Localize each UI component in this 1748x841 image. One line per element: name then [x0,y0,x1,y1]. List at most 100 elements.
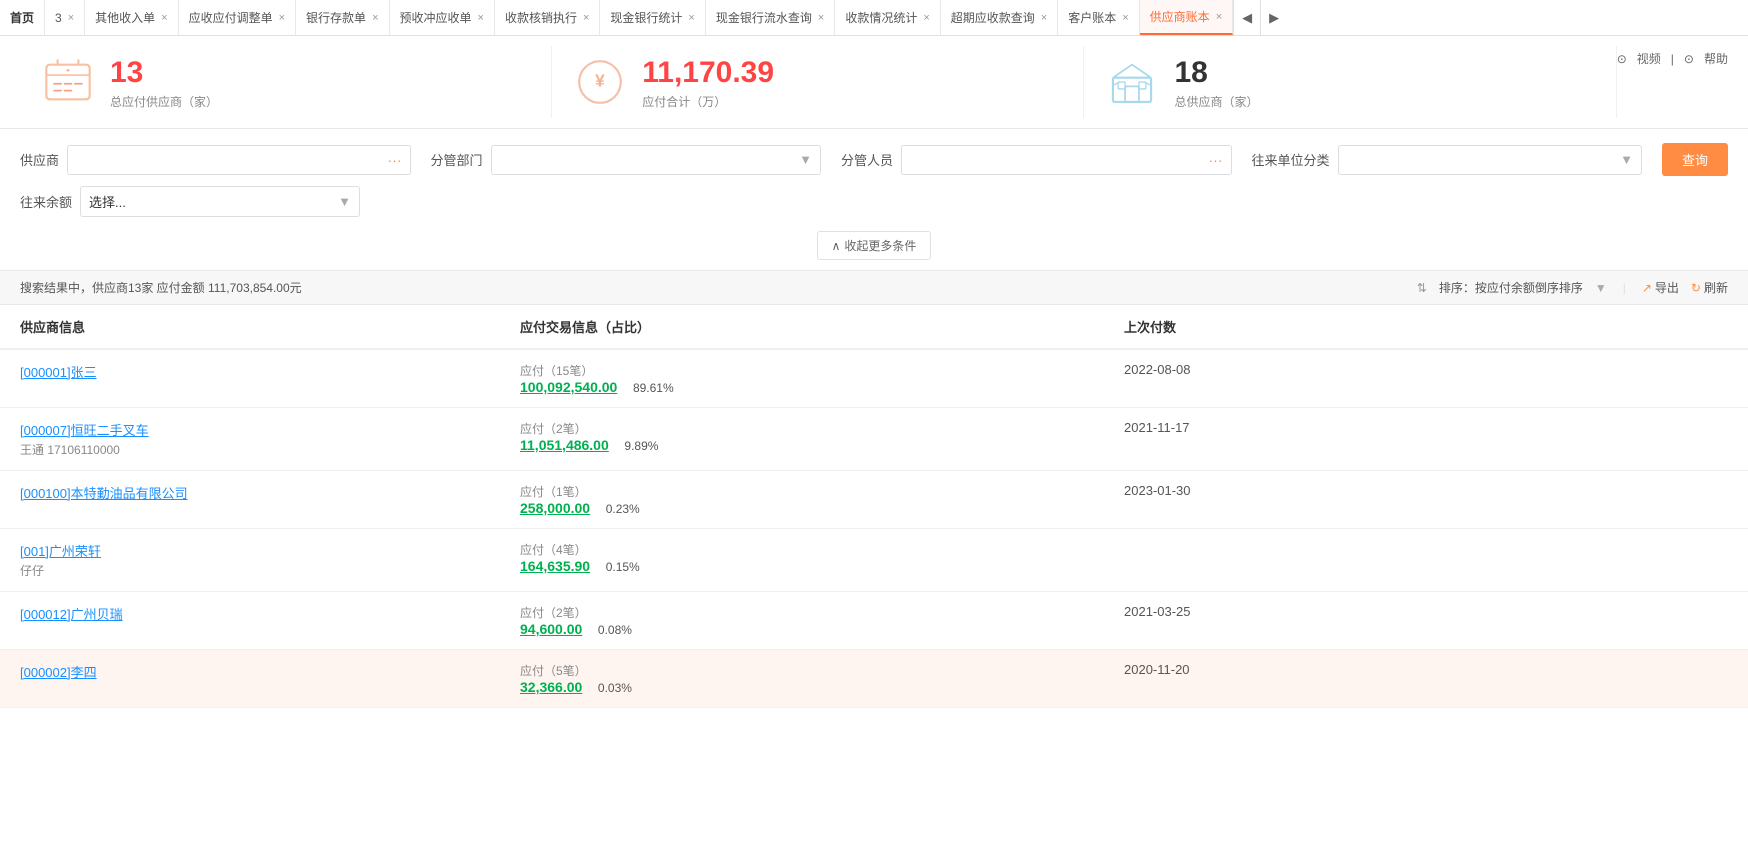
nav-tab-overdue-ar[interactable]: 超期应收款查询 × [941,0,1058,35]
supplier-field: 供应商 ··· [20,145,411,175]
last-pay-cell-4: 2021-03-25 [1124,604,1728,619]
stat-payable-suppliers-number: 13 [110,55,218,91]
table-row: [000002]李四 应付（5笔） 32,366.00 0.03% 2020-1… [0,650,1748,708]
category-label: 往来单位分类 [1252,150,1330,169]
stat-payable-amount-number: 11,170.39 [642,55,774,91]
pay-amount-row-4: 94,600.00 0.08% [520,621,1124,637]
nav-tab-cash-bank-stat-label: 现金银行统计 [610,9,682,26]
payable-amount-icon: ¥ [572,54,628,110]
collapse-button[interactable]: ∧ 收起更多条件 [817,231,932,260]
nav-tab-cash-bank-stat[interactable]: 现金银行统计 × [600,0,705,35]
refresh-button[interactable]: ↻ 刷新 [1691,279,1728,296]
nav-tab-advance-ar[interactable]: 预收冲应收单 × [390,0,495,35]
person-field: 分管人员 ··· [841,145,1232,175]
pay-amount-5[interactable]: 32,366.00 [520,679,582,695]
nav-tab-collection-stat[interactable]: 收款情况统计 × [835,0,940,35]
sort-area: ⇅ 排序：按应付余额倒序排序 ▼ | ↗ 导出 ↻ 刷新 [1417,279,1728,296]
nav-tab-supplier-ledger[interactable]: 供应商账本 × [1140,0,1233,35]
pay-label-4: 应付（2笔） [520,604,1124,621]
pay-amount-2[interactable]: 258,000.00 [520,500,590,516]
sort-label[interactable]: 排序：按应付余额倒序排序 [1439,279,1583,296]
nav-tab-cash-bank-stat-close[interactable]: × [688,12,694,24]
balance-label: 往来余额 [20,192,72,211]
pay-label-1: 应付（2笔） [520,420,1124,437]
supplier-link-1[interactable]: [000007]恒旺二手叉车 [20,420,520,439]
category-arrow-icon: ▼ [1620,152,1633,167]
dept-select[interactable]: ▼ [491,145,821,175]
nav-tab-customer-ledger-close[interactable]: × [1122,12,1128,24]
nav-tab-collection-stat-close[interactable]: × [923,12,929,24]
last-pay-date-5: 2020-11-20 [1124,662,1190,677]
nav-tab-3[interactable]: 3 × [45,0,85,35]
nav-tab-3-label: 3 [55,11,62,25]
table-row: [000007]恒旺二手叉车 王通 17106110000 应付（2笔） 11,… [0,408,1748,471]
supplier-info-cell: [000100]本特勤油品有限公司 [20,483,520,502]
nav-tab-cash-bank-flow[interactable]: 现金银行流水查询 × [706,0,835,35]
supplier-link-0[interactable]: [000001]张三 [20,362,520,381]
nav-tab-ar-ap-adjust-close[interactable]: × [279,12,285,24]
supplier-info-cell: [000012]广州贝瑞 [20,604,520,623]
stat-payable-amount-info: 11,170.39 应付合计（万） [642,55,774,110]
pay-amount-row-1: 11,051,486.00 9.89% [520,437,1124,453]
export-icon: ↗ [1642,281,1652,295]
nav-prev-button[interactable]: ◀ [1233,0,1260,35]
nav-tab-home[interactable]: 首页 [0,0,45,35]
pay-amount-row-3: 164,635.90 0.15% [520,558,1124,574]
table-row: [000100]本特勤油品有限公司 应付（1笔） 258,000.00 0.23… [0,471,1748,529]
pay-amount-row-5: 32,366.00 0.03% [520,679,1124,695]
nav-next-button[interactable]: ▶ [1260,0,1287,35]
pay-info-cell-0: 应付（15笔） 100,092,540.00 89.61% [520,362,1124,395]
nav-tab-supplier-ledger-close[interactable]: × [1216,11,1222,23]
balance-field: 往来余额 选择... ▼ [20,186,360,217]
nav-tab-cash-bank-flow-close[interactable]: × [818,12,824,24]
query-button[interactable]: 查询 [1662,143,1728,176]
nav-tab-collection-exec-close[interactable]: × [583,12,589,24]
help-link[interactable]: 帮助 [1704,50,1728,67]
supplier-info-cell: [000001]张三 [20,362,520,381]
table-row: [000001]张三 应付（15笔） 100,092,540.00 89.61%… [0,350,1748,408]
pay-amount-0[interactable]: 100,092,540.00 [520,379,617,395]
balance-select[interactable]: 选择... ▼ [80,186,360,217]
nav-tab-bank-deposit-close[interactable]: × [372,12,378,24]
stat-total-suppliers: 18 总供应商（家） [1084,46,1616,118]
last-pay-date-1: 2021-11-17 [1124,420,1190,435]
category-select[interactable]: ▼ [1338,145,1642,175]
nav-tab-other-income[interactable]: 其他收入单 × [85,0,178,35]
stat-total-suppliers-info: 18 总供应商（家） [1174,55,1258,110]
supplier-link-4[interactable]: [000012]广州贝瑞 [20,604,520,623]
nav-tab-bank-deposit[interactable]: 银行存款单 × [296,0,389,35]
pay-info-cell-5: 应付（5笔） 32,366.00 0.03% [520,662,1124,695]
nav-tab-3-close[interactable]: × [68,12,74,24]
payable-suppliers-icon: ✦ [40,54,96,110]
last-pay-cell-1: 2021-11-17 [1124,420,1728,435]
supplier-info-cell: [000002]李四 [20,662,520,681]
pay-amount-3[interactable]: 164,635.90 [520,558,590,574]
table-header: 供应商信息 应付交易信息（占比） 上次付数 [0,305,1748,350]
collapse-row: ∧ 收起更多条件 [20,227,1728,260]
nav-tab-overdue-ar-close[interactable]: × [1041,12,1047,24]
svg-text:✦: ✦ [65,67,70,74]
nav-tab-ar-ap-adjust[interactable]: 应收应付调整单 × [179,0,296,35]
pay-amount-row-0: 100,092,540.00 89.61% [520,379,1124,395]
export-button[interactable]: ↗ 导出 [1642,279,1679,296]
supplier-input[interactable]: ··· [67,145,410,175]
supplier-link-2[interactable]: [000100]本特勤油品有限公司 [20,483,520,502]
stats-bar: ✦ 13 总应付供应商（家） ¥ 11,170.39 应付合计（万） [0,36,1748,129]
nav-tab-collection-exec[interactable]: 收款核销执行 × [495,0,600,35]
svg-text:¥: ¥ [595,70,605,90]
pay-amount-4[interactable]: 94,600.00 [520,621,582,637]
pay-label-2: 应付（1笔） [520,483,1124,500]
supplier-link-3[interactable]: [001]广州荣轩 [20,541,520,560]
supplier-link-5[interactable]: [000002]李四 [20,662,520,681]
nav-tab-other-income-close[interactable]: × [161,12,167,24]
video-link[interactable]: 视频 [1637,50,1661,67]
nav-tab-advance-ar-close[interactable]: × [478,12,484,24]
divider: | [1671,52,1674,66]
nav-tab-customer-ledger[interactable]: 客户账本 × [1058,0,1139,35]
search-row-1: 供应商 ··· 分管部门 ▼ 分管人员 ··· 往来单位分类 ▼ [20,143,1728,176]
supplier-info-cell: [001]广州荣轩 仔仔 [20,541,520,579]
person-input[interactable]: ··· [901,145,1231,175]
last-pay-date-4: 2021-03-25 [1124,604,1191,619]
col-supplier-info: 供应商信息 [20,317,520,336]
pay-amount-1[interactable]: 11,051,486.00 [520,437,609,453]
